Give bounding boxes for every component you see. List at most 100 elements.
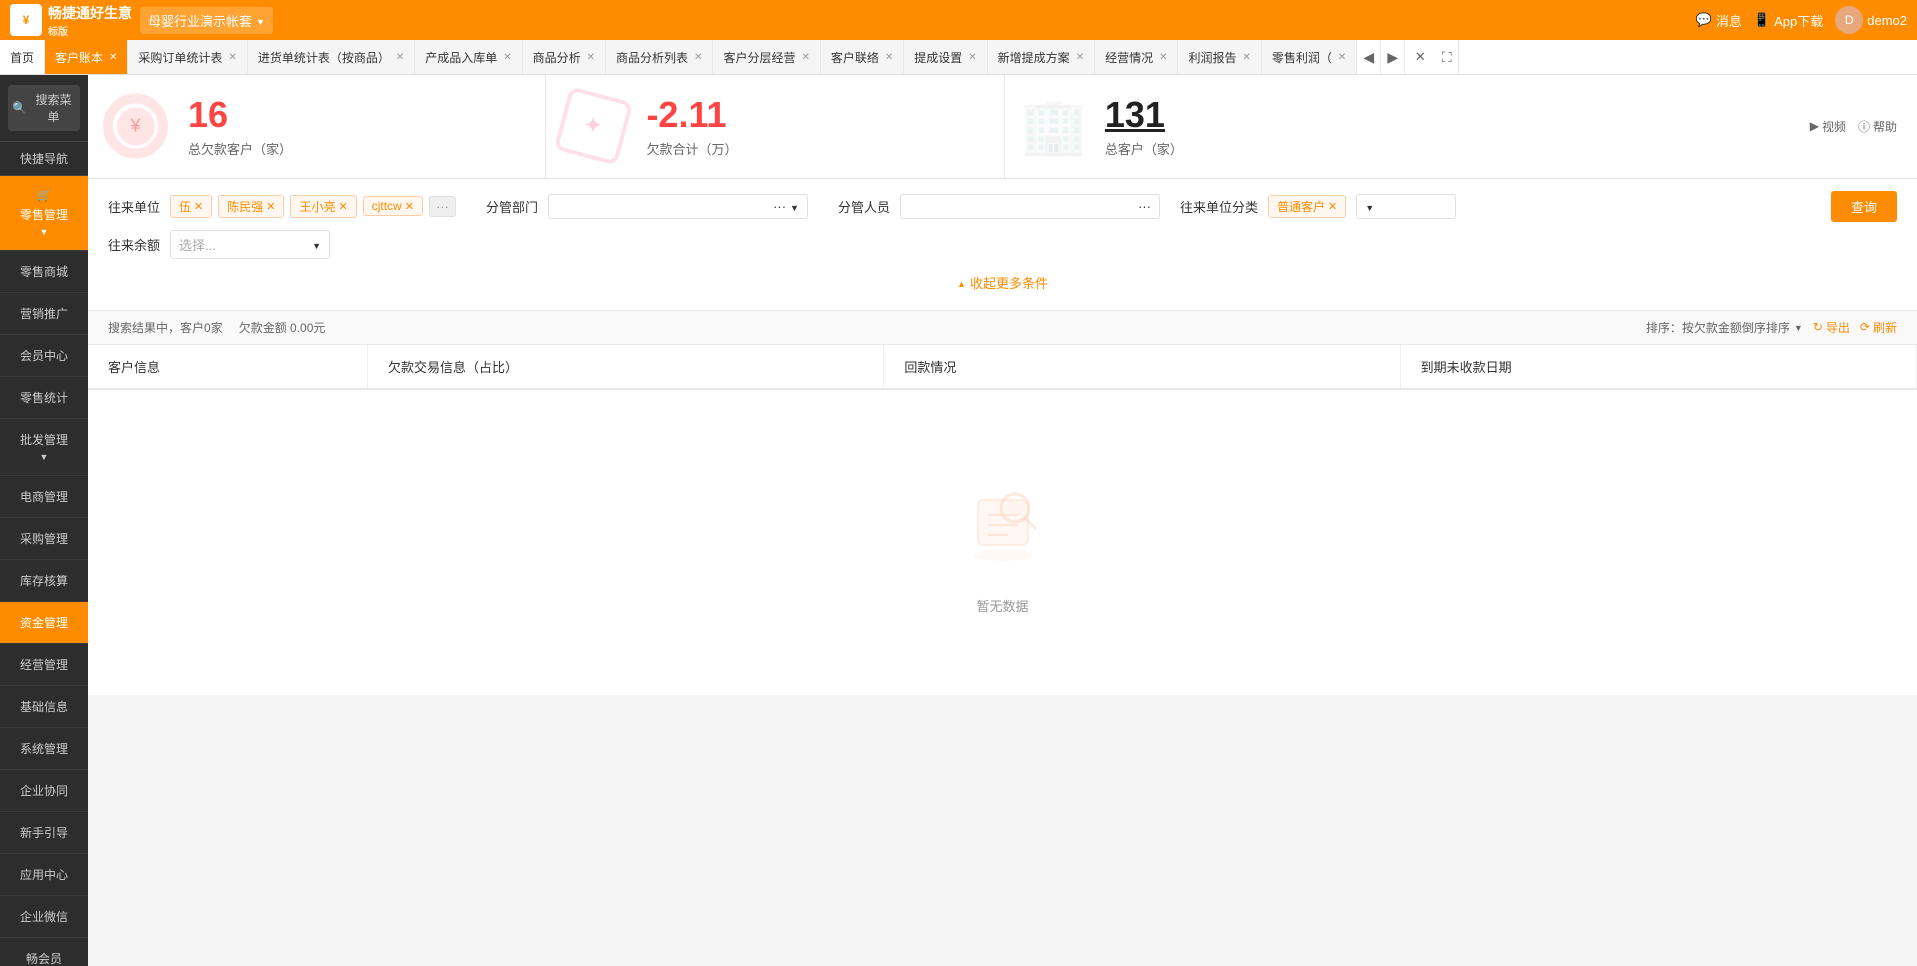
top-bar-left: ¥ 畅捷通好生意 标版 母婴行业演示帐套 <box>10 3 273 38</box>
tab-customer-contact[interactable]: 客户联络 ✕ <box>821 40 904 74</box>
tab-close-all[interactable]: ✕ <box>1405 40 1435 74</box>
tab-close-contact[interactable]: ✕ <box>885 52 893 63</box>
tag-close-icon[interactable]: ✕ <box>1328 200 1337 213</box>
sidebar-item-retail-mall[interactable]: 零售商城 <box>0 251 88 293</box>
sidebar-item-retail-stats[interactable]: 零售统计 <box>0 377 88 419</box>
tag-close-icon[interactable]: ✕ <box>266 200 275 213</box>
search-result-text: 搜索结果中，客户0家 <box>108 319 223 336</box>
tab-close-goods-stats[interactable]: ✕ <box>396 52 404 63</box>
unit-tag-0[interactable]: 伍 ✕ <box>170 195 212 218</box>
tab-close-operations[interactable]: ✕ <box>1159 52 1167 63</box>
sidebar-item-wholesale[interactable]: 批发管理 <box>0 419 88 476</box>
tab-close-profit[interactable]: ✕ <box>1243 52 1251 63</box>
dept-dropdown[interactable]: ··· <box>548 194 808 219</box>
tab-close-accounts[interactable]: ✕ <box>109 52 117 63</box>
search-menu-button[interactable]: 🔍 搜索菜单 <box>8 85 80 131</box>
tab-goods-analysis-list[interactable]: 商品分析列表 ✕ <box>606 40 713 74</box>
tab-goods-stats[interactable]: 进货单统计表（按商品） ✕ <box>248 40 415 74</box>
chevron-down-icon <box>312 237 321 252</box>
export-button[interactable]: ↻ 导出 <box>1813 319 1850 336</box>
tab-profit-report[interactable]: 利润报告 ✕ <box>1178 40 1261 74</box>
collapse-area: 收起更多条件 <box>108 267 1897 298</box>
category-dropdown[interactable] <box>1356 194 1456 219</box>
tag-close-icon[interactable]: ✕ <box>194 200 203 213</box>
sidebar-item-enterprise[interactable]: 企业协同 <box>0 770 88 812</box>
tab-close-retail-profit[interactable]: ✕ <box>1338 52 1346 63</box>
help-button[interactable]: ⓘ 帮助 <box>1858 118 1897 135</box>
chevron-down-icon <box>40 227 49 238</box>
sidebar-item-operations[interactable]: 经营管理 <box>0 644 88 686</box>
tab-home[interactable]: 首页 <box>0 40 45 74</box>
unit-tag-3[interactable]: cjttcw ✕ <box>363 196 423 216</box>
query-button[interactable]: 查询 <box>1831 191 1897 222</box>
sidebar-search-area: 🔍 搜索菜单 <box>0 75 88 142</box>
sort-button[interactable]: 排序：按欠款金额倒序排序 <box>1646 319 1803 336</box>
sidebar-item-app-center[interactable]: 应用中心 <box>0 854 88 896</box>
tab-maximize[interactable]: ⛶ <box>1435 40 1459 74</box>
export-icon: ⟳ <box>1860 320 1870 334</box>
tab-nav-left[interactable]: ◀ <box>1357 40 1381 74</box>
chevron-down-icon <box>40 452 49 463</box>
unit-tag-1[interactable]: 陈民强 ✕ <box>218 195 284 218</box>
video-button[interactable]: ▶ 视频 <box>1810 118 1846 135</box>
sidebar-item-membership[interactable]: 会员中心 <box>0 335 88 377</box>
filter-row-2: 往来余额 选择... <box>108 230 1897 259</box>
tab-promotion-settings[interactable]: 提成设置 ✕ <box>904 40 987 74</box>
refresh-icon: ↻ <box>1813 320 1823 334</box>
tab-close-purchase[interactable]: ✕ <box>228 52 236 63</box>
sidebar-item-purchase[interactable]: 采购管理 <box>0 518 88 560</box>
unit-tag-2[interactable]: 王小亮 ✕ <box>290 195 356 218</box>
tab-nav-right[interactable]: ▶ <box>1381 40 1405 74</box>
chevron-down-icon <box>790 199 799 214</box>
sidebar-item-retail[interactable]: 🛒 零售管理 <box>0 176 88 251</box>
col-header-customer: 客户信息 <box>88 345 368 388</box>
tab-retail-profit[interactable]: 零售利润（ ✕ <box>1262 40 1357 74</box>
tag-close-icon[interactable]: ✕ <box>405 200 414 213</box>
messages-button[interactable]: 💬 消息 <box>1696 11 1742 30</box>
help-icon: ⓘ <box>1858 118 1870 135</box>
sidebar-item-system[interactable]: 系统管理 <box>0 728 88 770</box>
tab-purchase-orders[interactable]: 采购订单统计表 ✕ <box>128 40 247 74</box>
tab-goods-analysis[interactable]: 商品分析 ✕ <box>523 40 606 74</box>
balance-input[interactable]: 选择... <box>170 230 330 259</box>
tag-close-icon[interactable]: ✕ <box>339 200 348 213</box>
tab-close-promotion[interactable]: ✕ <box>968 52 976 63</box>
search-icon: 🔍 <box>12 101 27 115</box>
person-dropdown[interactable]: ··· <box>900 194 1160 219</box>
avatar: D <box>1835 6 1863 34</box>
sidebar-item-ecommerce[interactable]: 电商管理 <box>0 476 88 518</box>
empty-icon <box>953 470 1053 586</box>
unit-more-button[interactable]: ··· <box>429 196 456 217</box>
user-menu[interactable]: D demo2 <box>1835 6 1907 34</box>
sidebar-item-new-guide[interactable]: 新手引导 <box>0 812 88 854</box>
tab-customer-segment[interactable]: 客户分层经营 ✕ <box>713 40 820 74</box>
tab-close-goods-analysis[interactable]: ✕ <box>587 52 595 63</box>
stat-block-customers: ¥ 16 总欠款客户（家） <box>88 75 546 178</box>
tab-accounts[interactable]: 客户账本 ✕ <box>45 40 128 74</box>
company-selector[interactable]: 母婴行业演示帐套 <box>140 7 273 34</box>
sidebar-item-inventory[interactable]: 库存核算 <box>0 560 88 602</box>
tab-close-goods-analysis-list[interactable]: ✕ <box>694 52 702 63</box>
quick-nav-button[interactable]: 快捷导航 <box>0 142 88 176</box>
category-tag-0[interactable]: 普通客户 ✕ <box>1268 195 1346 218</box>
empty-text: 暂无数据 <box>976 596 1028 615</box>
sidebar-item-vip-member[interactable]: 畅会员 <box>0 938 88 966</box>
sidebar-item-marketing[interactable]: 营销推广 <box>0 293 88 335</box>
sidebar-item-enterprise-wechat[interactable]: 企业微信 <box>0 896 88 938</box>
tab-new-promotion[interactable]: 新增提成方案 ✕ <box>988 40 1095 74</box>
tab-close-segment[interactable]: ✕ <box>801 52 809 63</box>
chevron-down-icon <box>1365 199 1374 214</box>
collapse-button[interactable]: 收起更多条件 <box>957 273 1048 292</box>
tab-operations[interactable]: 经营情况 ✕ <box>1095 40 1178 74</box>
sidebar-item-basic-info[interactable]: 基础信息 <box>0 686 88 728</box>
tab-close-new-promotion[interactable]: ✕ <box>1076 52 1084 63</box>
tab-product-entry[interactable]: 产成品入库单 ✕ <box>415 40 522 74</box>
refresh-button[interactable]: ⟳ 刷新 <box>1860 319 1897 336</box>
tab-close-product-entry[interactable]: ✕ <box>503 52 511 63</box>
sidebar: 🔍 搜索菜单 快捷导航 🛒 零售管理 零售商城 营销推广 会员中心 零售统计 批… <box>0 75 88 966</box>
no-data-illustration <box>953 470 1053 570</box>
message-icon: 💬 <box>1696 12 1712 28</box>
sidebar-item-finance[interactable]: 资金管理 <box>0 602 88 644</box>
stat-number-total: 131 <box>1105 95 1165 135</box>
app-download-button[interactable]: 📱 App下载 <box>1754 11 1823 30</box>
